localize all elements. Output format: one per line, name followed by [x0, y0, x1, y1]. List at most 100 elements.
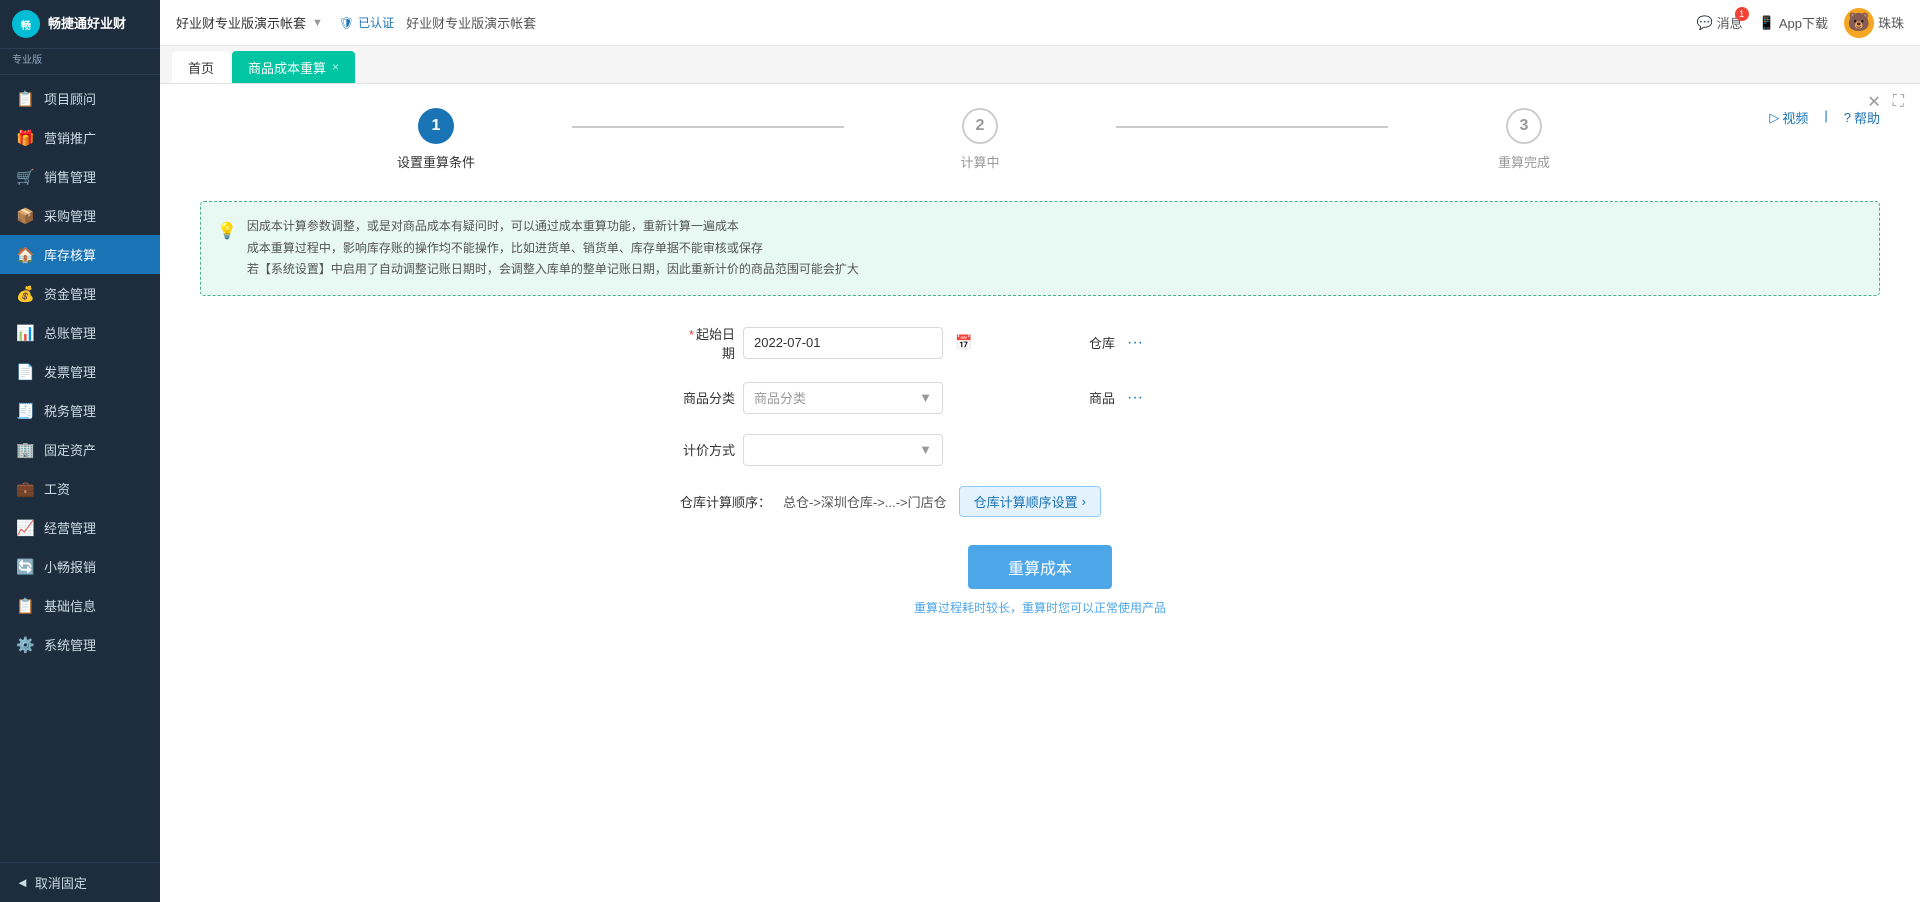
warehouse-field: 仓库 ···: [1060, 333, 1400, 352]
notification-badge: 1: [1735, 7, 1749, 21]
sidebar-item-inventory[interactable]: 🏠 库存核算: [0, 235, 160, 274]
sidebar-item-label: 项目顾问: [44, 89, 96, 108]
separator: |: [1824, 108, 1827, 127]
sidebar-item-invoice[interactable]: 📄 发票管理: [0, 352, 160, 391]
category-label: 商品分类: [680, 388, 735, 407]
sidebar-item-basic[interactable]: 📋 基础信息: [0, 586, 160, 625]
info-line-3: 若【系统设置】中启用了自动调整记账日期时，会调整入库单的整单记账日期，因此重新计…: [247, 259, 859, 281]
warehouse-order-value: 总仓->深圳仓库->...->门店仓: [783, 492, 947, 511]
step-label-3: 重算完成: [1498, 152, 1550, 171]
category-placeholder: 商品分类: [754, 388, 806, 407]
expand-window-button[interactable]: ⛶: [1893, 93, 1904, 111]
sidebar-item-label: 资金管理: [44, 284, 96, 303]
pricing-dropdown-icon: ▼: [919, 442, 932, 457]
sidebar-item-label: 小畅报销: [44, 557, 96, 576]
recalculate-hint: 重算过程耗时较长，重算时您可以正常使用产品: [680, 599, 1400, 616]
payroll-icon: 💼: [16, 480, 34, 498]
pricing-select[interactable]: ▼: [743, 434, 943, 466]
sidebar-item-payroll[interactable]: 💼 工资: [0, 469, 160, 508]
step-circle-2: 2: [962, 108, 998, 144]
inventory-icon: 🏠: [16, 246, 34, 264]
user-menu[interactable]: 🐻 珠珠: [1844, 8, 1904, 38]
required-star: *: [689, 327, 694, 342]
unpin-icon: ◄: [16, 875, 29, 890]
video-label: 视频: [1782, 108, 1808, 127]
pricing-field: 计价方式 ▼: [680, 434, 1020, 466]
tab-cost[interactable]: 商品成本重算 ×: [232, 51, 355, 83]
message-icon: 💬: [1696, 15, 1712, 31]
system-icon: ⚙️: [16, 636, 34, 654]
chevron-right-icon: ›: [1082, 494, 1086, 509]
sidebar-item-operations[interactable]: 📈 经营管理: [0, 508, 160, 547]
sidebar-item-finance[interactable]: 💰 资金管理: [0, 274, 160, 313]
sidebar-item-label: 系统管理: [44, 635, 96, 654]
sidebar-item-accounting[interactable]: 📊 总账管理: [0, 313, 160, 352]
sidebar-item-label: 基础信息: [44, 596, 96, 615]
warehouse-order-btn-label: 仓库计算顺序设置: [974, 492, 1078, 511]
sidebar-item-sales[interactable]: 🛒 销售管理: [0, 157, 160, 196]
sidebar-item-assets[interactable]: 🏢 固定资产: [0, 430, 160, 469]
topbar: 好业财专业版演示帐套 ▼ 🛡 已认证 好业财专业版演示帐套 💬 消息 1 📱 A…: [160, 0, 1920, 46]
start-date-input[interactable]: [743, 327, 943, 359]
sidebar: 畅 畅捷通好业财 专业版 📋 项目顾问 🎁 营销推广 🛒 销售管理 📦 采购管理…: [0, 0, 160, 902]
sidebar-item-marketing[interactable]: 🎁 营销推广: [0, 118, 160, 157]
date-picker-button[interactable]: 📅: [951, 334, 976, 351]
messages-button[interactable]: 💬 消息 1: [1696, 13, 1742, 32]
step-3: 3 重算完成: [1388, 108, 1660, 171]
marketing-icon: 🎁: [16, 129, 34, 147]
sidebar-item-label: 销售管理: [44, 167, 96, 186]
certified-badge: 🛡 已认证: [339, 14, 394, 31]
category-field: 商品分类 商品分类 ▼: [680, 382, 1020, 414]
info-text: 因成本计算参数调整，或是对商品成本有疑问时，可以通过成本重算功能，重新计算一遍成…: [247, 216, 859, 281]
sidebar-item-purchase[interactable]: 📦 采购管理: [0, 196, 160, 235]
category-select[interactable]: 商品分类 ▼: [743, 382, 943, 414]
tabbar: 首页 商品成本重算 ×: [160, 46, 1920, 84]
warehouse-select-button[interactable]: ···: [1123, 334, 1147, 352]
help-link[interactable]: ? 帮助: [1844, 108, 1880, 127]
start-date-field: *起始日期 📅: [680, 324, 1020, 362]
tab-cost-label: 商品成本重算: [248, 58, 326, 77]
project-icon: 📋: [16, 90, 34, 108]
recalculate-button[interactable]: 重算成本: [968, 545, 1112, 589]
sidebar-item-system[interactable]: ⚙️ 系统管理: [0, 625, 160, 664]
app-label: App下载: [1779, 13, 1828, 32]
unpin-label: 取消固定: [35, 873, 87, 892]
phone-icon: 📱: [1759, 15, 1775, 31]
warehouse-order-settings-button[interactable]: 仓库计算顺序设置 ›: [959, 486, 1101, 517]
step-label-1: 设置重算条件: [397, 152, 475, 171]
sidebar-item-label: 工资: [44, 479, 70, 498]
category-dropdown-icon: ▼: [919, 390, 932, 405]
app-download-button[interactable]: 📱 App下载: [1759, 13, 1828, 32]
sidebar-item-label: 采购管理: [44, 206, 96, 225]
main-area: 好业财专业版演示帐套 ▼ 🛡 已认证 好业财专业版演示帐套 💬 消息 1 📱 A…: [160, 0, 1920, 902]
info-box: 💡 因成本计算参数调整，或是对商品成本有疑问时，可以通过成本重算功能，重新计算一…: [200, 201, 1880, 296]
logo-name: 畅捷通好业财: [48, 16, 126, 32]
sales-icon: 🛒: [16, 168, 34, 186]
invoice-icon: 📄: [16, 363, 34, 381]
account-dropdown-icon: ▼: [312, 17, 323, 29]
sidebar-item-label: 固定资产: [44, 440, 96, 459]
tab-home[interactable]: 首页: [172, 51, 230, 83]
step-label-2: 计算中: [960, 152, 999, 171]
pricing-label: 计价方式: [680, 440, 735, 459]
sidebar-item-project[interactable]: 📋 项目顾问: [0, 79, 160, 118]
sidebar-item-expense[interactable]: 🔄 小畅报销: [0, 547, 160, 586]
account-display-name: 好业财专业版演示帐套: [406, 13, 536, 32]
video-link[interactable]: ▷ 视频: [1769, 108, 1808, 127]
sidebar-item-tax[interactable]: 🧾 税务管理: [0, 391, 160, 430]
step-2: 2 计算中: [844, 108, 1116, 171]
step-circle-1: 1: [418, 108, 454, 144]
help-links: ▷ 视频 | ? 帮助: [1769, 108, 1880, 127]
play-icon: ▷: [1769, 110, 1779, 126]
steps-container: 1 设置重算条件 2 计算中 3 重算完成: [200, 108, 1760, 171]
goods-select-button[interactable]: ···: [1123, 389, 1147, 407]
accounting-icon: 📊: [16, 324, 34, 342]
purchase-icon: 📦: [16, 207, 34, 225]
step-line-2-3: [1116, 126, 1388, 128]
sidebar-unpin-button[interactable]: ◄ 取消固定: [0, 862, 160, 902]
account-selector[interactable]: 好业财专业版演示帐套 ▼: [176, 13, 323, 32]
sidebar-item-label: 税务管理: [44, 401, 96, 420]
tab-close-icon[interactable]: ×: [332, 60, 339, 74]
tax-icon: 🧾: [16, 402, 34, 420]
basic-icon: 📋: [16, 597, 34, 615]
